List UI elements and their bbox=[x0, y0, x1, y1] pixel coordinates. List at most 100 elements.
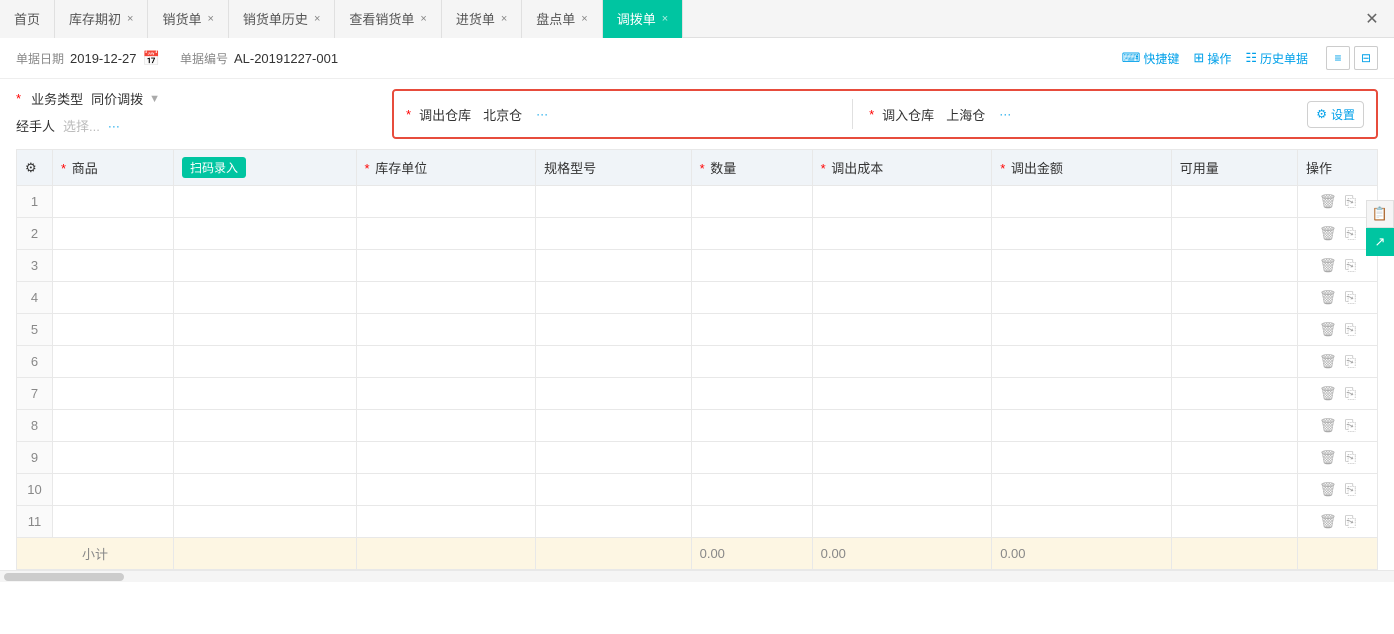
cell-cost[interactable] bbox=[812, 410, 992, 442]
tab-sales-history-close[interactable]: × bbox=[314, 13, 320, 25]
layout-grid-button[interactable]: ⊟ bbox=[1354, 46, 1378, 70]
tab-inventory-count[interactable]: 盘点单 × bbox=[522, 0, 602, 38]
cell-cost[interactable] bbox=[812, 442, 992, 474]
cell-unit[interactable] bbox=[356, 282, 536, 314]
copy-row-icon[interactable]: ⎘ bbox=[1345, 449, 1356, 466]
cell-amount[interactable] bbox=[992, 186, 1172, 218]
copy-row-icon[interactable]: ⎘ bbox=[1345, 385, 1356, 402]
copy-row-icon[interactable]: ⎘ bbox=[1345, 289, 1356, 306]
cell-qty[interactable] bbox=[691, 378, 812, 410]
operations-button[interactable]: ⊞ 操作 bbox=[1193, 50, 1231, 67]
delete-row-icon[interactable]: 🗑 bbox=[1319, 353, 1337, 370]
cell-qty[interactable] bbox=[691, 346, 812, 378]
cell-spec[interactable] bbox=[536, 282, 692, 314]
cell-unit[interactable] bbox=[356, 410, 536, 442]
cell-unit[interactable] bbox=[356, 314, 536, 346]
tab-home[interactable]: 首页 bbox=[0, 0, 55, 38]
close-all-tabs-button[interactable]: ✕ bbox=[1358, 5, 1386, 33]
cell-qty[interactable] bbox=[691, 442, 812, 474]
cell-cost[interactable] bbox=[812, 474, 992, 506]
cell-cost[interactable] bbox=[812, 378, 992, 410]
cell-amount[interactable] bbox=[992, 506, 1172, 538]
tab-view-sales-close[interactable]: × bbox=[420, 13, 426, 25]
cell-amount[interactable] bbox=[992, 378, 1172, 410]
tab-purchase-order-close[interactable]: × bbox=[501, 13, 507, 25]
warehouse-in-more-icon[interactable]: ··· bbox=[999, 107, 1011, 121]
cell-product[interactable] bbox=[53, 378, 174, 410]
cell-amount[interactable] bbox=[992, 218, 1172, 250]
handler-placeholder[interactable]: 选择... bbox=[63, 116, 100, 135]
copy-row-icon[interactable]: ⎘ bbox=[1345, 257, 1356, 274]
cell-unit[interactable] bbox=[356, 346, 536, 378]
cell-product[interactable] bbox=[53, 346, 174, 378]
scan-entry-button[interactable]: 扫码录入 bbox=[182, 157, 246, 178]
copy-row-icon[interactable]: ⎘ bbox=[1345, 225, 1356, 242]
layout-list-button[interactable]: ≡ bbox=[1326, 46, 1350, 70]
tab-transfer-order[interactable]: 调拨单 × bbox=[603, 0, 683, 38]
cell-qty[interactable] bbox=[691, 474, 812, 506]
cell-qty[interactable] bbox=[691, 186, 812, 218]
delete-row-icon[interactable]: 🗑 bbox=[1319, 193, 1337, 210]
cell-qty[interactable] bbox=[691, 218, 812, 250]
cell-cost[interactable] bbox=[812, 218, 992, 250]
copy-row-icon[interactable]: ⎘ bbox=[1345, 353, 1356, 370]
delete-row-icon[interactable]: 🗑 bbox=[1319, 225, 1337, 242]
scroll-thumb[interactable] bbox=[4, 573, 124, 581]
cell-spec[interactable] bbox=[536, 410, 692, 442]
cell-amount[interactable] bbox=[992, 346, 1172, 378]
copy-row-icon[interactable]: ⎘ bbox=[1345, 481, 1356, 498]
cell-unit[interactable] bbox=[356, 378, 536, 410]
business-type-select[interactable]: 同价调拨 ▼ bbox=[91, 89, 231, 108]
tab-inventory-init-close[interactable]: × bbox=[127, 13, 133, 25]
cell-amount[interactable] bbox=[992, 474, 1172, 506]
tab-inventory-count-close[interactable]: × bbox=[581, 13, 587, 25]
cell-product[interactable] bbox=[53, 314, 174, 346]
delete-row-icon[interactable]: 🗑 bbox=[1319, 385, 1337, 402]
tab-sales-order-close[interactable]: × bbox=[207, 13, 213, 25]
copy-row-icon[interactable]: ⎘ bbox=[1345, 417, 1356, 434]
tab-sales-order[interactable]: 销货单 × bbox=[148, 0, 228, 38]
cell-spec[interactable] bbox=[536, 218, 692, 250]
cell-product[interactable] bbox=[53, 186, 174, 218]
delete-row-icon[interactable]: 🗑 bbox=[1319, 289, 1337, 306]
cell-spec[interactable] bbox=[536, 506, 692, 538]
cell-cost[interactable] bbox=[812, 314, 992, 346]
copy-row-icon[interactable]: ⎘ bbox=[1345, 513, 1356, 530]
cell-cost[interactable] bbox=[812, 186, 992, 218]
tab-sales-history[interactable]: 销货单历史 × bbox=[229, 0, 335, 38]
cell-cost[interactable] bbox=[812, 506, 992, 538]
tab-view-sales[interactable]: 查看销货单 × bbox=[335, 0, 441, 38]
cell-cost[interactable] bbox=[812, 250, 992, 282]
cell-amount[interactable] bbox=[992, 250, 1172, 282]
cell-amount[interactable] bbox=[992, 282, 1172, 314]
cell-amount[interactable] bbox=[992, 442, 1172, 474]
delete-row-icon[interactable]: 🗑 bbox=[1319, 513, 1337, 530]
copy-row-icon[interactable]: ⎘ bbox=[1345, 193, 1356, 210]
cell-amount[interactable] bbox=[992, 410, 1172, 442]
delete-row-icon[interactable]: 🗑 bbox=[1319, 321, 1337, 338]
tab-purchase-order[interactable]: 进货单 × bbox=[442, 0, 522, 38]
copy-row-icon[interactable]: ⎘ bbox=[1345, 321, 1356, 338]
cell-product[interactable] bbox=[53, 250, 174, 282]
delete-row-icon[interactable]: 🗑 bbox=[1319, 257, 1337, 274]
cell-unit[interactable] bbox=[356, 474, 536, 506]
warehouse-out-more-icon[interactable]: ··· bbox=[536, 107, 548, 121]
cell-product[interactable] bbox=[53, 474, 174, 506]
calendar-icon[interactable]: 📅 bbox=[143, 50, 160, 67]
side-expand-button[interactable]: ↗ bbox=[1366, 228, 1394, 256]
history-button[interactable]: ☷ 历史单据 bbox=[1245, 50, 1308, 67]
cell-spec[interactable] bbox=[536, 442, 692, 474]
side-doc-button[interactable]: 📋 bbox=[1366, 200, 1394, 228]
delete-row-icon[interactable]: 🗑 bbox=[1319, 417, 1337, 434]
settings-button[interactable]: ⚙ 设置 bbox=[1307, 101, 1364, 128]
cell-cost[interactable] bbox=[812, 346, 992, 378]
tab-inventory-init[interactable]: 库存期初 × bbox=[55, 0, 148, 38]
cell-spec[interactable] bbox=[536, 250, 692, 282]
cell-amount[interactable] bbox=[992, 314, 1172, 346]
cell-unit[interactable] bbox=[356, 218, 536, 250]
cell-unit[interactable] bbox=[356, 250, 536, 282]
cell-unit[interactable] bbox=[356, 506, 536, 538]
cell-qty[interactable] bbox=[691, 282, 812, 314]
cell-qty[interactable] bbox=[691, 410, 812, 442]
cell-spec[interactable] bbox=[536, 314, 692, 346]
